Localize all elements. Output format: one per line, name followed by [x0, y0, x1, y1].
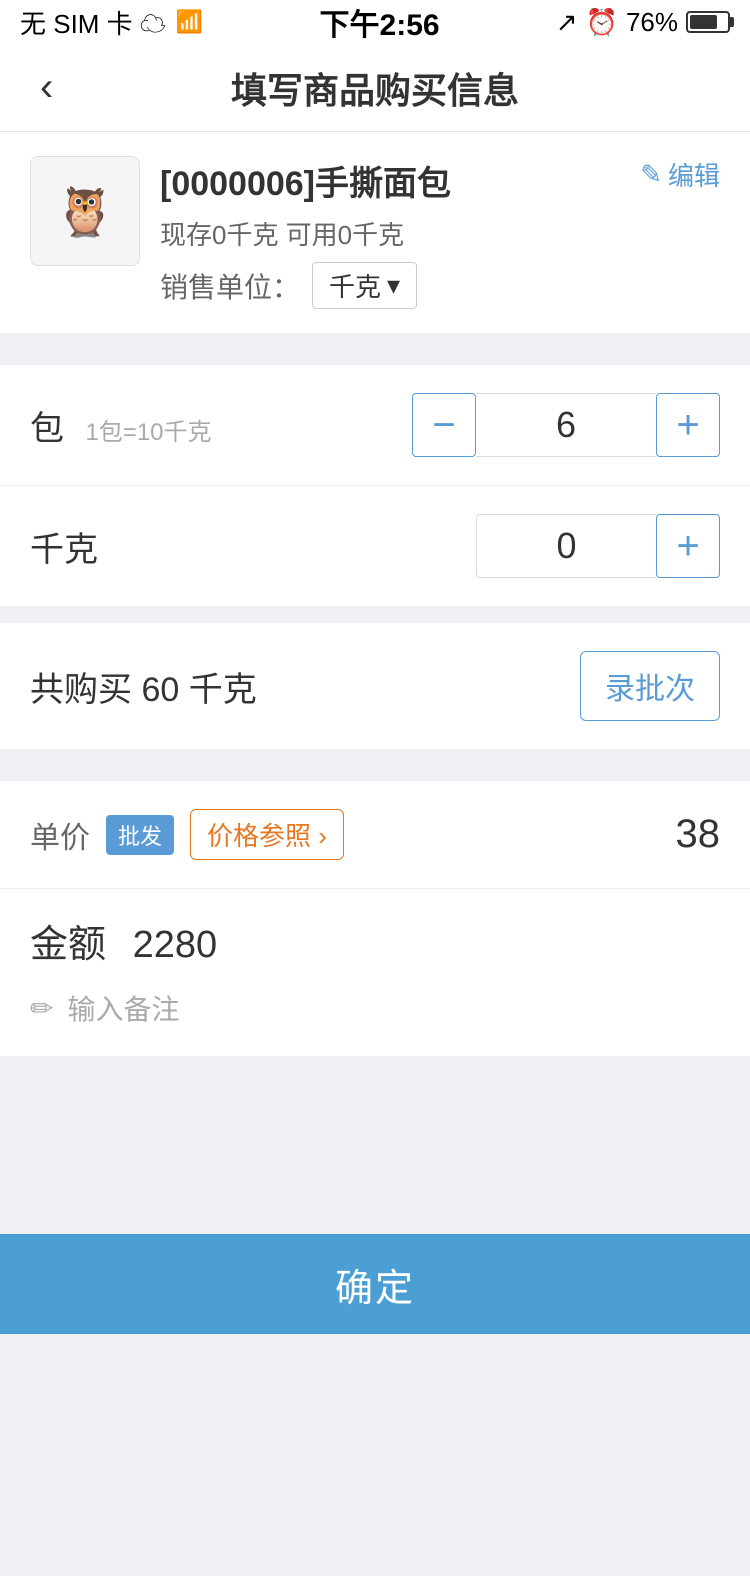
confirm-button-area[interactable]: 确定 — [0, 1234, 750, 1334]
qty-input-1[interactable] — [476, 393, 656, 457]
qty-label-2: 千克 — [30, 522, 476, 571]
price-section: 单价 批发 价格参照 › 38 — [0, 781, 750, 889]
edit-button[interactable]: ✎ 编辑 — [640, 156, 720, 193]
qty-increment-2[interactable]: + — [656, 514, 720, 578]
unit-value: 千克 — [329, 267, 381, 304]
confirm-button[interactable]: 确定 — [335, 1257, 415, 1312]
summary-text: 共购买 60 千克 — [30, 662, 257, 711]
divider-2 — [0, 607, 750, 623]
quantity-row-1: 包 1包=10千克 − + — [0, 365, 750, 486]
product-image: 🦉 — [30, 156, 140, 266]
divider-1 — [0, 349, 750, 365]
price-badge: 批发 — [106, 815, 174, 855]
qty-unit-1: 包 — [30, 410, 64, 448]
amount-value: 2280 — [133, 924, 218, 966]
edit-icon: ✎ — [640, 159, 662, 190]
remark-text: 输入备注 — [67, 988, 179, 1028]
qty-input-2[interactable] — [476, 514, 656, 578]
remark-row[interactable]: ✏ 输入备注 — [30, 988, 720, 1028]
sim-status: 无 SIM 卡 ☁ — [20, 4, 166, 41]
batch-button[interactable]: 录批次 — [580, 651, 720, 721]
status-right: ↗ ⏰ 76% — [556, 7, 730, 38]
qty-controls-2: + — [476, 514, 720, 578]
amount-section: 金额 2280 ✏ 输入备注 — [0, 889, 750, 1056]
amount-row: 金额 2280 — [30, 913, 720, 968]
qty-label-1: 包 1包=10千克 — [30, 401, 412, 450]
status-time: 下午2:56 — [320, 0, 440, 44]
qty-controls-1: − + — [412, 393, 720, 457]
quantity-row-2: 千克 + — [0, 486, 750, 607]
unit-select[interactable]: 千克 ▾ — [312, 262, 417, 309]
remark-icon: ✏ — [30, 992, 53, 1025]
unit-label: 销售单位： — [160, 266, 300, 306]
wifi-icon: 📶 — [176, 9, 203, 35]
product-name: [0000006]手撕面包 — [160, 156, 451, 205]
back-button[interactable]: ‹ — [30, 55, 63, 120]
price-value: 38 — [676, 812, 721, 857]
status-bar: 无 SIM 卡 ☁ 📶 下午2:56 ↗ ⏰ 76% — [0, 0, 750, 44]
price-row: 单价 批发 价格参照 › 38 — [30, 809, 720, 860]
qty-decrement-1[interactable]: − — [412, 393, 476, 457]
qty-increment-1[interactable]: + — [656, 393, 720, 457]
price-label: 单价 — [30, 813, 90, 857]
battery-icon — [686, 11, 730, 33]
chevron-down-icon: ▾ — [387, 270, 400, 301]
product-unit-row: 销售单位： 千克 ▾ — [160, 262, 720, 309]
summary-section: 共购买 60 千克 录批次 — [0, 623, 750, 749]
battery-fill — [690, 15, 717, 29]
quantity-section: 包 1包=10千克 − + 千克 + — [0, 365, 750, 607]
edit-label: 编辑 — [668, 156, 720, 193]
product-card: 🦉 [0000006]手撕面包 ✎ 编辑 现存0千克 可用0千克 销售单位： 千… — [0, 132, 750, 333]
page-title: 填写商品购买信息 — [231, 62, 519, 114]
product-stock: 现存0千克 可用0千克 — [160, 215, 720, 252]
product-logo: 🦉 — [55, 183, 115, 240]
amount-label: 金额 — [30, 924, 106, 966]
divider-3 — [0, 765, 750, 781]
battery-percent: 76% — [626, 7, 678, 38]
alarm-icon: ⏰ — [586, 7, 618, 38]
qty-hint-1: 1包=10千克 — [85, 419, 211, 446]
price-ref-button[interactable]: 价格参照 › — [190, 809, 344, 860]
main-content: 🦉 [0000006]手撕面包 ✎ 编辑 现存0千克 可用0千克 销售单位： 千… — [0, 132, 750, 1576]
nav-bar: ‹ 填写商品购买信息 — [0, 44, 750, 132]
product-info: [0000006]手撕面包 ✎ 编辑 现存0千克 可用0千克 销售单位： 千克 … — [160, 156, 720, 309]
location-icon: ↗ — [556, 7, 578, 38]
status-left: 无 SIM 卡 ☁ 📶 — [20, 4, 203, 41]
